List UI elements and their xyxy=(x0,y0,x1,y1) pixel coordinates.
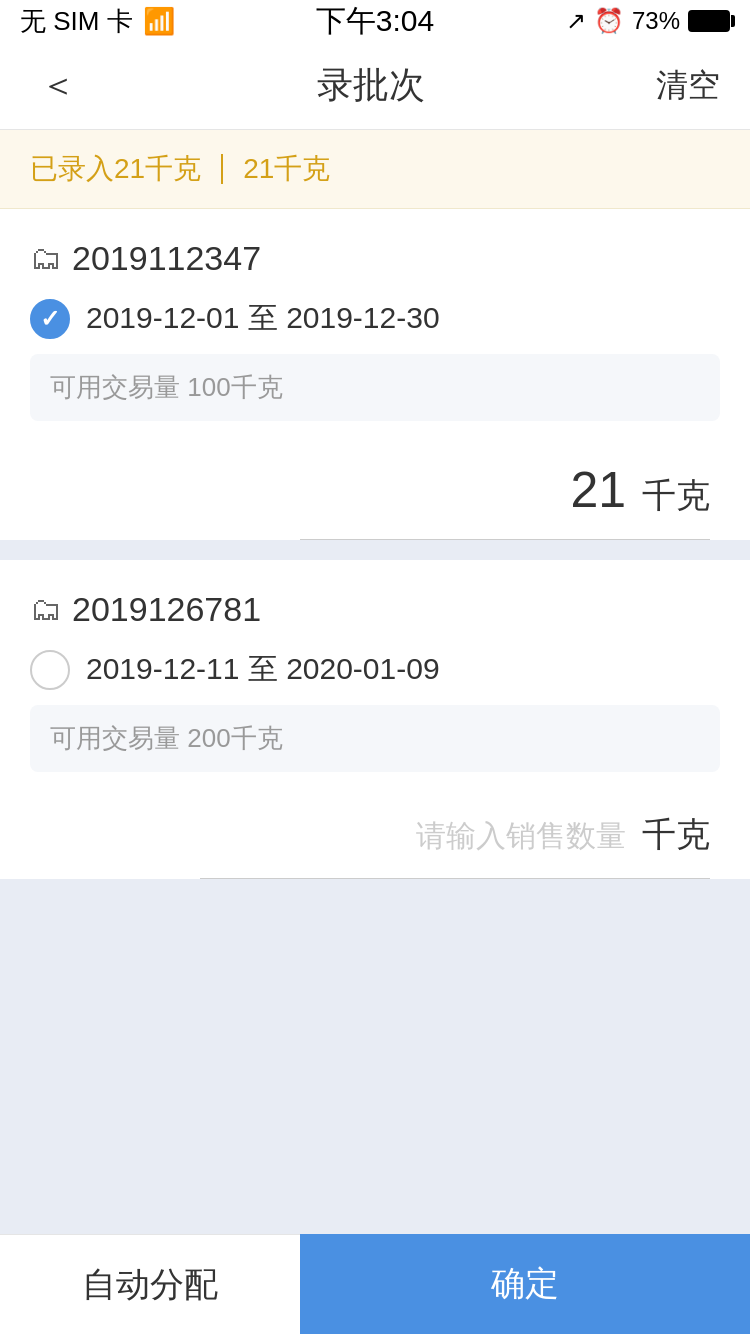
batch-2-date-row[interactable]: 2019-12-11 至 2020-01-09 xyxy=(0,639,750,705)
batch-1-radio[interactable] xyxy=(30,299,70,339)
batch-card-2: 🗂 2019126781 2019-12-11 至 2020-01-09 可用交… xyxy=(0,560,750,879)
time-display: 下午3:04 xyxy=(316,1,434,42)
batch-2-radio[interactable] xyxy=(30,650,70,690)
back-button[interactable]: ＜ xyxy=(30,51,86,120)
batch-2-input-placeholder[interactable]: 请输入销售数量 xyxy=(416,816,626,857)
batch-1-number: 2019112347 xyxy=(72,239,261,278)
batch-1-unit: 千克 xyxy=(642,473,710,519)
batch-1-icon: 🗂 xyxy=(30,240,62,277)
recorded-amount: 已录入21千克 xyxy=(30,150,201,188)
batch-2-unit: 千克 xyxy=(642,812,710,858)
batch-2-availability: 可用交易量 200千克 xyxy=(30,705,720,772)
batch-1-amount: 21 xyxy=(570,461,626,519)
batch-card-1: 🗂 2019112347 2019-12-01 至 2019-12-30 可用交… xyxy=(0,209,750,540)
batch-2-date: 2019-12-11 至 2020-01-09 xyxy=(86,649,440,690)
page-title: 录批次 xyxy=(317,61,425,110)
confirm-button[interactable]: 确定 xyxy=(300,1234,750,1334)
alarm-icon: ⏰ xyxy=(594,7,624,35)
section-divider-1 xyxy=(0,540,750,560)
batch-2-number: 2019126781 xyxy=(72,590,261,629)
status-left: 无 SIM 卡 📶 xyxy=(20,4,175,39)
batch-1-amount-row: 21 千克 xyxy=(0,441,750,539)
info-divider xyxy=(221,154,223,184)
batch-1-header: 🗂 2019112347 xyxy=(0,209,750,288)
batch-2-header: 🗂 2019126781 xyxy=(0,560,750,639)
bottom-bar: 自动分配 确定 xyxy=(0,1234,750,1334)
wifi-icon: 📶 xyxy=(143,6,175,37)
status-bar: 无 SIM 卡 📶 下午3:04 ↗ ⏰ 73% xyxy=(0,0,750,42)
confirm-label: 确定 xyxy=(491,1261,559,1307)
nav-bar: ＜ 录批次 清空 xyxy=(0,42,750,130)
total-amount: 21千克 xyxy=(243,150,330,188)
status-right: ↗ ⏰ 73% xyxy=(566,7,730,35)
carrier-text: 无 SIM 卡 xyxy=(20,4,133,39)
batch-1-date: 2019-12-01 至 2019-12-30 xyxy=(86,298,440,339)
location-icon: ↗ xyxy=(566,7,586,35)
batch-1-date-row[interactable]: 2019-12-01 至 2019-12-30 xyxy=(0,288,750,354)
info-banner: 已录入21千克 21千克 xyxy=(0,130,750,209)
auto-distribute-label: 自动分配 xyxy=(82,1262,218,1308)
battery-icon xyxy=(688,10,730,32)
batch-2-input-row[interactable]: 请输入销售数量 千克 xyxy=(0,792,750,878)
batch-2-icon: 🗂 xyxy=(30,591,62,628)
clear-button[interactable]: 清空 xyxy=(656,64,720,108)
batch-1-availability: 可用交易量 100千克 xyxy=(30,354,720,421)
battery-percentage: 73% xyxy=(632,7,680,35)
auto-distribute-button[interactable]: 自动分配 xyxy=(0,1234,300,1334)
content-area: 🗂 2019112347 2019-12-01 至 2019-12-30 可用交… xyxy=(0,209,750,1334)
